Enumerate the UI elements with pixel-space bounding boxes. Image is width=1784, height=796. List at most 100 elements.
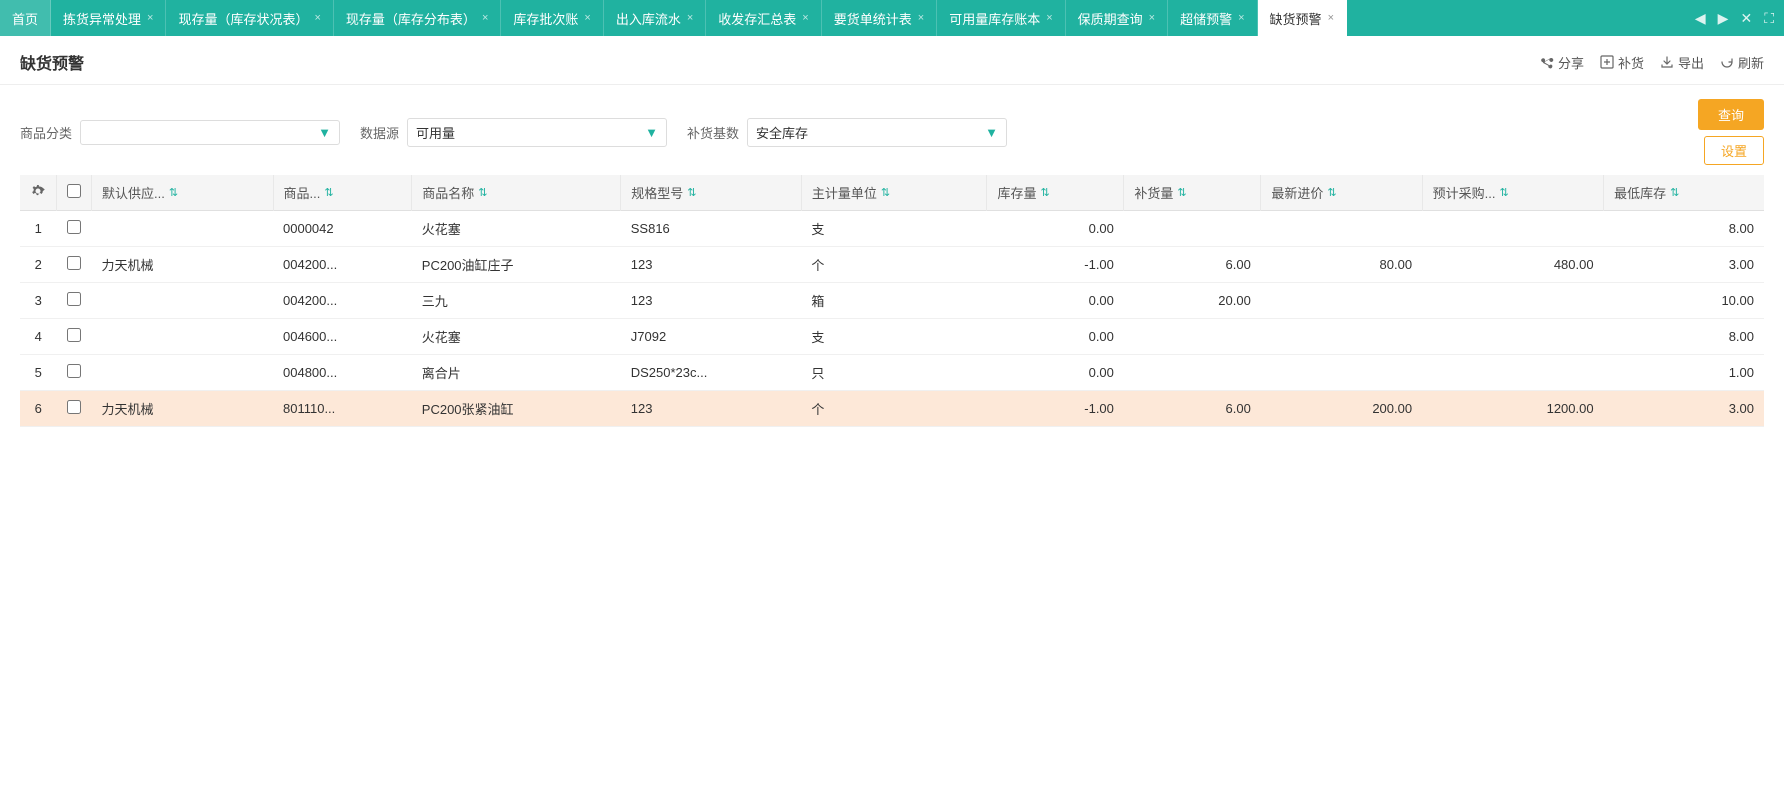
- row-checkbox-3[interactable]: [57, 283, 92, 319]
- th-stock: 库存量 ⇅: [987, 175, 1124, 211]
- tab-close-batch[interactable]: ×: [584, 12, 590, 24]
- tab-next-button[interactable]: ▶: [1712, 6, 1735, 31]
- tab-close-all-button[interactable]: ✕: [1734, 6, 1758, 31]
- th-product-code: 商品... ⇅: [273, 175, 412, 211]
- tab-close-expiry[interactable]: ×: [1149, 12, 1155, 24]
- row-stock-4: 0.00: [987, 319, 1124, 355]
- tab-available[interactable]: 可用量库存账本 ×: [937, 0, 1065, 36]
- datasource-value: 可用量: [416, 123, 455, 142]
- row-product-code-6: 801110...: [273, 391, 412, 427]
- th-replenish-qty-label: 补货量: [1134, 183, 1173, 202]
- refresh-button[interactable]: 刷新: [1720, 53, 1764, 72]
- row-est-purchase-4: [1422, 319, 1604, 355]
- row-checkbox-6[interactable]: [57, 391, 92, 427]
- row-latest-price-6: 200.00: [1261, 391, 1422, 427]
- th-replenish-qty: 补货量 ⇅: [1124, 175, 1261, 211]
- tab-shortage[interactable]: 缺货预警 ×: [1258, 0, 1347, 36]
- refresh-label: 刷新: [1738, 53, 1764, 72]
- row-supplier-5: [92, 355, 274, 391]
- row-product-code-2: 004200...: [273, 247, 412, 283]
- row-checkbox-1[interactable]: [57, 211, 92, 247]
- row-product-name-1: 火花塞: [412, 211, 621, 247]
- tab-nav-buttons: ◀ ▶ ✕ ⛶: [1689, 6, 1784, 31]
- table-row: 3 004200... 三九 123 箱 0.00 20.00 10.00: [20, 283, 1764, 319]
- filter-actions: 查询 设置: [1698, 99, 1764, 165]
- category-arrow-icon: ▼: [318, 125, 331, 140]
- tab-overstock[interactable]: 超储预警 ×: [1168, 0, 1257, 36]
- share-button[interactable]: 分享: [1540, 53, 1584, 72]
- tab-close-order-stat[interactable]: ×: [918, 12, 924, 24]
- tab-close-shortage[interactable]: ×: [1328, 12, 1334, 24]
- row-supplier-3: [92, 283, 274, 319]
- tab-stock-dist[interactable]: 现存量（库存分布表） ×: [334, 0, 501, 36]
- row-replenish-qty-5: [1124, 355, 1261, 391]
- select-all-checkbox[interactable]: [67, 184, 81, 198]
- row-est-purchase-3: [1422, 283, 1604, 319]
- datasource-arrow-icon: ▼: [645, 125, 658, 140]
- tab-expiry[interactable]: 保质期查询 ×: [1066, 0, 1168, 36]
- sort-icon-name: ⇅: [478, 186, 487, 199]
- table-row: 4 004600... 火花塞 J7092 支 0.00 8.00: [20, 319, 1764, 355]
- gear-icon[interactable]: [30, 183, 46, 199]
- replenish-base-select[interactable]: 安全库存 ▼: [747, 118, 1007, 147]
- row-checkbox-4[interactable]: [57, 319, 92, 355]
- tab-stock-status[interactable]: 现存量（库存状况表） ×: [166, 0, 333, 36]
- query-button[interactable]: 查询: [1698, 99, 1764, 130]
- export-button[interactable]: 导出: [1660, 53, 1704, 72]
- tab-home[interactable]: 首页: [0, 0, 51, 36]
- row-min-stock-6: 3.00: [1604, 391, 1764, 427]
- tab-prev-button[interactable]: ◀: [1689, 6, 1712, 31]
- row-min-stock-5: 1.00: [1604, 355, 1764, 391]
- sort-icon-supplier: ⇅: [169, 186, 178, 199]
- settings-button[interactable]: 设置: [1704, 136, 1764, 165]
- tab-receipt[interactable]: 收发存汇总表 ×: [706, 0, 821, 36]
- refresh-icon: [1720, 55, 1734, 69]
- row-stock-1: 0.00: [987, 211, 1124, 247]
- row-checkbox-2[interactable]: [57, 247, 92, 283]
- datasource-select[interactable]: 可用量 ▼: [407, 118, 667, 147]
- datasource-filter-group: 数据源 可用量 ▼: [360, 118, 667, 147]
- row-supplier-4: [92, 319, 274, 355]
- th-est-purchase-label: 预计采购...: [1433, 183, 1496, 202]
- row-product-code-1: 0000042: [273, 211, 412, 247]
- th-product-name-label: 商品名称: [422, 183, 474, 202]
- th-est-purchase: 预计采购... ⇅: [1422, 175, 1604, 211]
- th-latest-price: 最新进价 ⇅: [1261, 175, 1422, 211]
- share-label: 分享: [1558, 53, 1584, 72]
- tab-inout[interactable]: 出入库流水 ×: [604, 0, 706, 36]
- header-actions: 分享 补货 导出 刷新: [1540, 53, 1764, 72]
- tab-order-stat[interactable]: 要货单统计表 ×: [822, 0, 937, 36]
- th-product-code-label: 商品...: [284, 183, 321, 202]
- datasource-label: 数据源: [360, 123, 399, 142]
- row-product-name-5: 离合片: [412, 355, 621, 391]
- category-select[interactable]: ▼: [80, 120, 340, 145]
- replenish-icon: [1600, 55, 1614, 69]
- tab-close-inout[interactable]: ×: [687, 12, 693, 24]
- row-index-1: 1: [20, 211, 57, 247]
- th-latest-price-label: 最新进价: [1271, 183, 1323, 202]
- replenish-base-value: 安全库存: [756, 123, 808, 142]
- row-replenish-qty-3: 20.00: [1124, 283, 1261, 319]
- category-label: 商品分类: [20, 123, 72, 142]
- row-latest-price-5: [1261, 355, 1422, 391]
- tab-close-receipt[interactable]: ×: [802, 12, 808, 24]
- th-spec-label: 规格型号: [631, 183, 683, 202]
- row-index-3: 3: [20, 283, 57, 319]
- row-checkbox-5[interactable]: [57, 355, 92, 391]
- replenish-label: 补货: [1618, 53, 1644, 72]
- tab-close-stock-dist[interactable]: ×: [482, 12, 488, 24]
- replenish-button[interactable]: 补货: [1600, 53, 1644, 72]
- tab-abnormal[interactable]: 拣货异常处理 ×: [51, 0, 166, 36]
- tab-close-abnormal[interactable]: ×: [147, 12, 153, 24]
- th-stock-label: 库存量: [997, 183, 1036, 202]
- tab-close-stock-status[interactable]: ×: [314, 12, 320, 24]
- tab-close-available[interactable]: ×: [1046, 12, 1052, 24]
- row-spec-5: DS250*23c...: [621, 355, 802, 391]
- tab-batch[interactable]: 库存批次账 ×: [501, 0, 603, 36]
- tab-maximize-button[interactable]: ⛶: [1758, 6, 1780, 31]
- sort-icon-replenish-qty: ⇅: [1177, 186, 1186, 199]
- row-product-code-3: 004200...: [273, 283, 412, 319]
- row-min-stock-3: 10.00: [1604, 283, 1764, 319]
- tab-close-overstock[interactable]: ×: [1238, 12, 1244, 24]
- main-content: 缺货预警 分享 补货 导出: [0, 36, 1784, 796]
